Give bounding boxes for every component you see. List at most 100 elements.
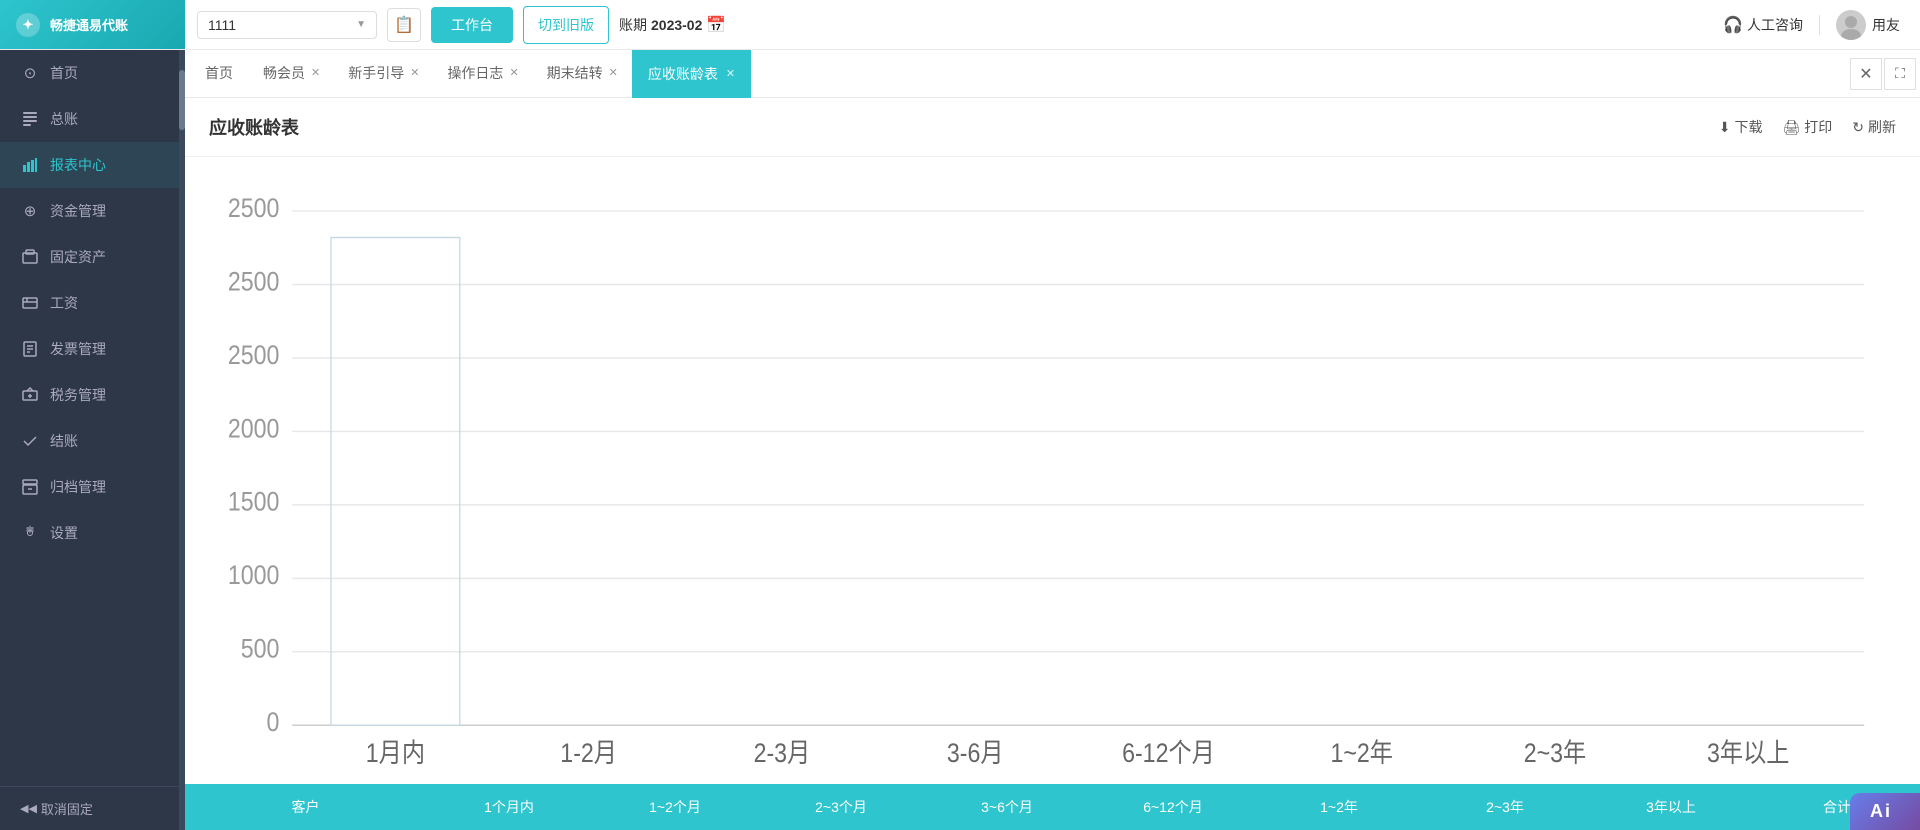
refresh-label: 刷新 xyxy=(1868,117,1896,137)
col-2-3year: 2~3年 xyxy=(1422,797,1588,817)
svg-text:1000: 1000 xyxy=(228,561,280,591)
cancel-fixed-button[interactable]: ◀◀ 取消固定 xyxy=(0,786,185,830)
sidebar-item-label: 工资 xyxy=(50,293,78,313)
page-title: 应收账龄表 xyxy=(209,114,299,140)
checkout-icon xyxy=(20,431,40,451)
left-arrow-icon: ◀◀ xyxy=(20,802,37,815)
download-label: 下载 xyxy=(1734,117,1762,137)
chart-container: 2500 2500 2500 2000 1500 1000 500 0 xyxy=(185,157,1920,784)
consult-label: 人工咨询 xyxy=(1747,15,1803,35)
sidebar-item-reports[interactable]: 报表中心 xyxy=(0,142,185,188)
reports-icon xyxy=(20,155,40,175)
tab-close-icon[interactable]: ✕ xyxy=(311,66,320,79)
workbench-button[interactable]: 工作台 xyxy=(431,7,513,43)
col-6-12month: 6~12个月 xyxy=(1090,797,1256,817)
print-button[interactable]: 🖨 打印 xyxy=(1782,117,1832,137)
refresh-button[interactable]: ↻ 刷新 xyxy=(1852,117,1896,137)
expand-button[interactable]: ⛶ xyxy=(1884,58,1916,90)
svg-text:2500: 2500 xyxy=(228,194,280,224)
sidebar-item-funds[interactable]: ⊕ 资金管理 xyxy=(0,188,185,234)
salary-icon xyxy=(20,293,40,313)
sidebar-item-salary[interactable]: 工资 xyxy=(0,280,185,326)
print-label: 打印 xyxy=(1804,117,1832,137)
logo-icon: ✦ xyxy=(14,11,42,39)
svg-text:✦: ✦ xyxy=(23,17,34,32)
expand-icon: ⛶ xyxy=(1895,65,1905,82)
tab-home[interactable]: 首页 xyxy=(189,50,249,98)
tabs-bar: 首页 畅会员 ✕ 新手引导 ✕ 操作日志 ✕ 期末结转 ✕ xyxy=(185,50,1920,98)
refresh-icon: ↻ xyxy=(1852,119,1864,136)
sidebar-item-tax[interactable]: 税务管理 xyxy=(0,372,185,418)
svg-text:0: 0 xyxy=(267,708,280,738)
sidebar-item-label: 报表中心 xyxy=(50,155,106,175)
invoice-icon xyxy=(20,339,40,359)
page-content: 应收账龄表 ⬇ 下载 🖨 打印 ↻ 刷新 xyxy=(185,98,1920,830)
settings-icon xyxy=(20,523,40,543)
calendar-icon[interactable]: 📅 xyxy=(706,15,726,35)
download-icon: ⬇ xyxy=(1719,119,1731,136)
archive-button[interactable]: 📋 xyxy=(387,8,421,42)
tab-period-close[interactable]: 期末结转 ✕ xyxy=(533,50,632,98)
svg-text:2500: 2500 xyxy=(228,267,280,297)
company-selector[interactable]: 1111 ▼ xyxy=(197,11,377,39)
sidebar-item-checkout[interactable]: 结账 xyxy=(0,418,185,464)
svg-text:1~2年: 1~2年 xyxy=(1330,739,1393,769)
archive-icon: 📋 xyxy=(394,15,414,35)
content-area: 首页 畅会员 ✕ 新手引导 ✕ 操作日志 ✕ 期末结转 ✕ xyxy=(185,50,1920,830)
svg-text:2000: 2000 xyxy=(228,414,280,444)
svg-text:6-12个月: 6-12个月 xyxy=(1122,739,1215,769)
tab-oplog[interactable]: 操作日志 ✕ xyxy=(433,50,532,98)
svg-text:3-6月: 3-6月 xyxy=(947,739,1004,769)
sidebar-item-assets[interactable]: 固定资产 xyxy=(0,234,185,280)
sidebar-item-label: 结账 xyxy=(50,431,78,451)
table-header-row: 客户 1个月内 1~2个月 2~3个月 3~6个月 6~12个月 1~2年 2~… xyxy=(185,784,1920,830)
funds-icon: ⊕ xyxy=(20,201,40,221)
sidebar-item-label: 首页 xyxy=(50,63,78,83)
col-2-3month: 2~3个月 xyxy=(758,797,924,817)
tab-member[interactable]: 畅会员 ✕ xyxy=(249,50,334,98)
download-button[interactable]: ⬇ 下载 xyxy=(1719,117,1763,137)
sidebar-item-label: 设置 xyxy=(50,523,78,543)
logo-area: ✦ 畅捷通易代账 xyxy=(0,0,185,49)
sidebar-item-label: 归档管理 xyxy=(50,477,106,497)
home-icon: ⊙ xyxy=(20,63,40,83)
tab-close-icon[interactable]: ✕ xyxy=(410,66,419,79)
sidebar-item-archive[interactable]: 归档管理 xyxy=(0,464,185,510)
sidebar-item-invoice[interactable]: 发票管理 xyxy=(0,326,185,372)
sidebar-item-settings[interactable]: 设置 xyxy=(0,510,185,556)
logo-text: 畅捷通易代账 xyxy=(50,15,128,34)
header-right: 🎧 人工咨询 用友 xyxy=(1703,0,1920,49)
tab-close-active-icon[interactable]: ✕ xyxy=(726,67,735,80)
dropdown-chevron-icon: ▼ xyxy=(356,19,366,30)
tab-guide[interactable]: 新手引导 ✕ xyxy=(334,50,433,98)
sidebar-item-label: 发票管理 xyxy=(50,339,106,359)
col-3year-plus: 3年以上 xyxy=(1588,797,1754,817)
svg-text:500: 500 xyxy=(241,634,280,664)
svg-text:3年以上: 3年以上 xyxy=(1707,739,1789,769)
user-area[interactable]: 用友 xyxy=(1836,10,1900,40)
archive-nav-icon xyxy=(20,477,40,497)
period-label: 账期 xyxy=(619,15,647,35)
ai-badge[interactable]: Ai xyxy=(1850,793,1920,830)
svg-text:2500: 2500 xyxy=(228,340,280,370)
sidebar-item-ledger[interactable]: 总账 xyxy=(0,96,185,142)
close-all-button[interactable]: ✕ xyxy=(1850,58,1882,90)
svg-text:1-2月: 1-2月 xyxy=(560,739,617,769)
sidebar: ⊙ 首页 总账 报表中心 ⊕ 资金管理 xyxy=(0,50,185,830)
tab-close-icon[interactable]: ✕ xyxy=(609,66,618,79)
consult-button[interactable]: 🎧 人工咨询 xyxy=(1723,15,1803,35)
sidebar-item-home[interactable]: ⊙ 首页 xyxy=(0,50,185,96)
col-1-2year: 1~2年 xyxy=(1256,797,1422,817)
period-value: 2023-02 xyxy=(651,17,702,33)
avatar xyxy=(1836,10,1866,40)
print-icon: 🖨 xyxy=(1782,119,1800,136)
tab-close-icon[interactable]: ✕ xyxy=(509,66,518,79)
close-icon: ✕ xyxy=(1859,64,1872,84)
col-1month: 1个月内 xyxy=(426,797,592,817)
switch-old-button[interactable]: 切到旧版 xyxy=(523,6,609,44)
tab-ar-aging[interactable]: 应收账龄表 ✕ xyxy=(632,50,751,98)
sidebar-item-label: 总账 xyxy=(50,109,78,129)
sidebar-item-label: 税务管理 xyxy=(50,385,106,405)
page-actions: ⬇ 下载 🖨 打印 ↻ 刷新 xyxy=(1719,117,1896,137)
user-name: 用友 xyxy=(1872,15,1900,35)
